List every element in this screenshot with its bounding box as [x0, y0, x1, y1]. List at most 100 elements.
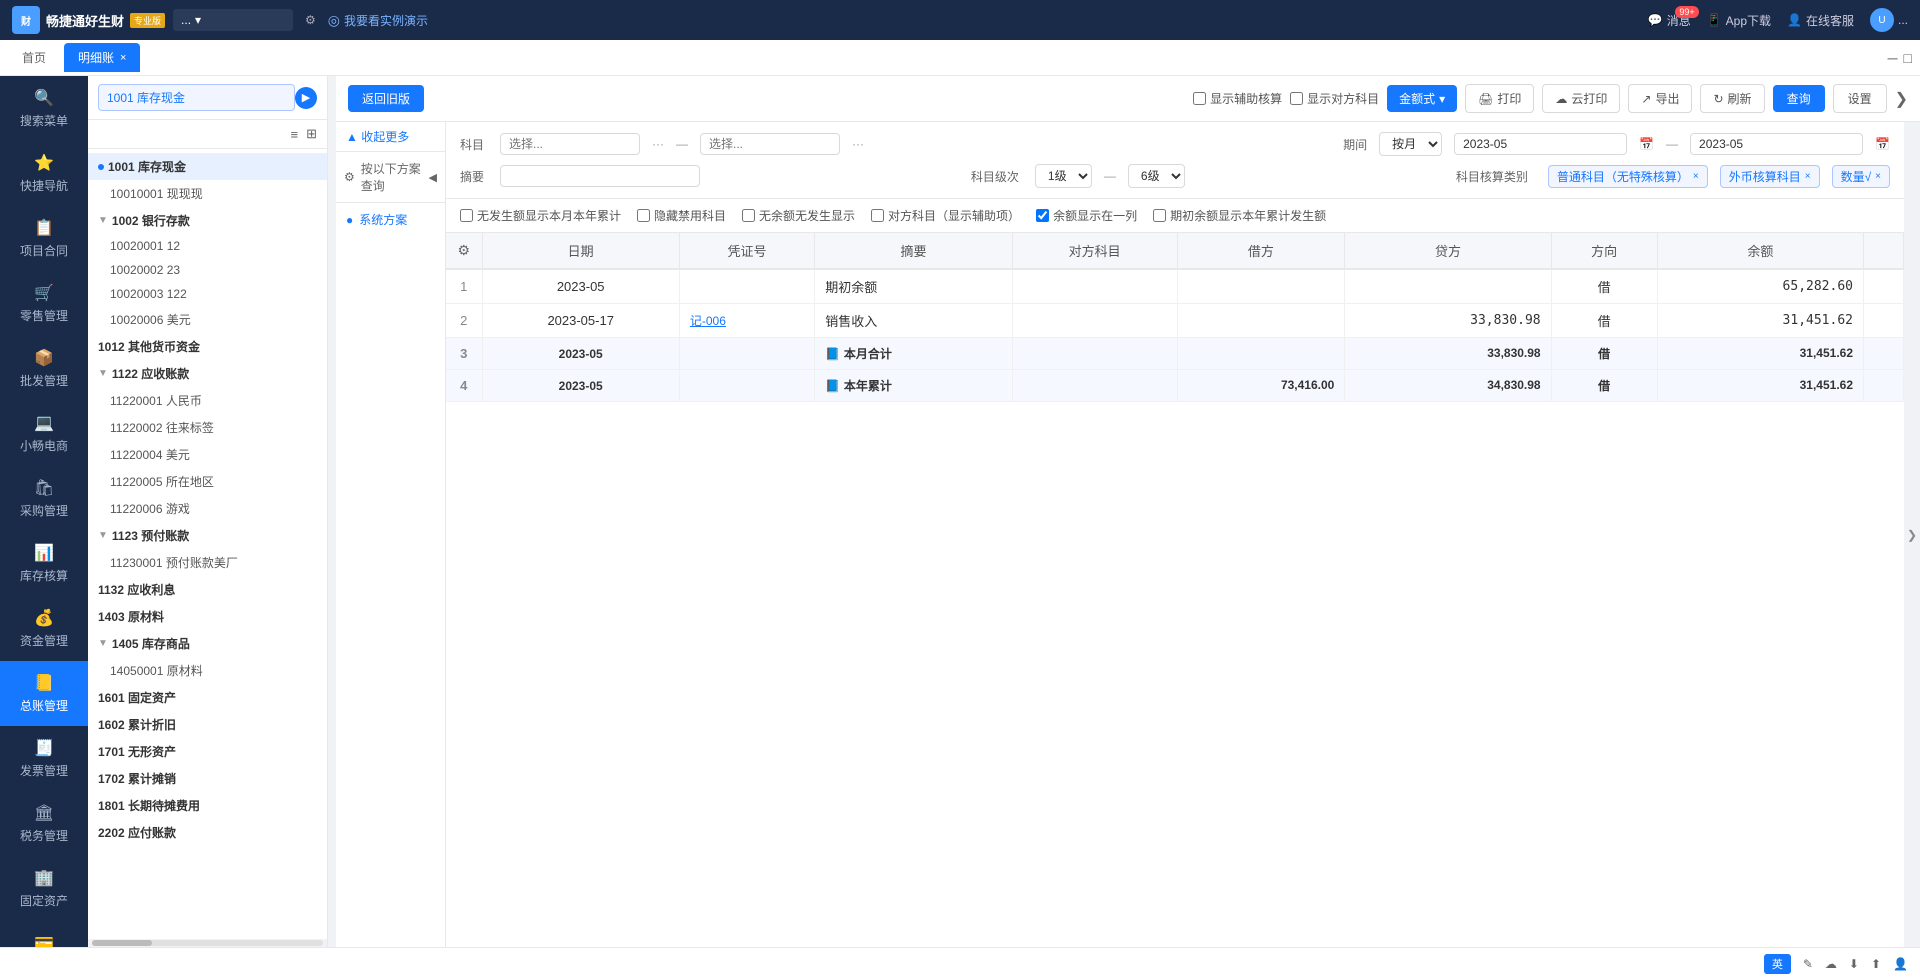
toolbar-list-icon[interactable]: ≡: [291, 127, 299, 142]
check-no-balance2[interactable]: 无余额无发生显示: [742, 207, 855, 224]
tree-item-1012[interactable]: 1012 其他货币资金: [88, 333, 327, 360]
tab-minimize-btn[interactable]: ─: [1888, 50, 1898, 66]
period-calendar-from[interactable]: 📅: [1639, 137, 1654, 151]
tree-item-10010001[interactable]: 10010001 现现现: [88, 180, 327, 207]
tree-item-10020002[interactable]: 10020002 23: [88, 258, 327, 282]
sidebar-item-purchase[interactable]: 🛍 采购管理: [0, 466, 88, 531]
tab-maximize-btn[interactable]: □: [1904, 50, 1912, 66]
level-to-select[interactable]: 6级1级2级: [1128, 164, 1185, 188]
tree-item-1801[interactable]: 1801 长期待摊费用: [88, 792, 327, 819]
tree-item-11220005[interactable]: 11220005 所在地区: [88, 468, 327, 495]
tree-item-1701[interactable]: 1701 无形资产: [88, 738, 327, 765]
demo-link[interactable]: ◎ 我要看实例演示: [328, 12, 428, 29]
tree-item-1405[interactable]: ▼ 1405 库存商品: [88, 630, 327, 657]
sidebar-item-funds[interactable]: 💰 资金管理: [0, 596, 88, 661]
sidebar-item-retail[interactable]: 🛒 零售管理: [0, 271, 88, 336]
tree-item-10020006[interactable]: 10020006 美元: [88, 306, 327, 333]
check-balance-col[interactable]: 余额显示在一列: [1036, 207, 1137, 224]
tag-foreign-close[interactable]: ×: [1805, 171, 1811, 182]
sidebar-item-wholesale[interactable]: 📦 批发管理: [0, 336, 88, 401]
bottom-download-icon[interactable]: ⬇: [1849, 957, 1859, 971]
tree-item-1602[interactable]: 1602 累计折旧: [88, 711, 327, 738]
summary-input[interactable]: [500, 165, 700, 187]
sidebar-item-inventory[interactable]: 📊 库存核算: [0, 531, 88, 596]
tag-foreign[interactable]: 外币核算科目 ×: [1720, 165, 1820, 188]
tree-item-2202[interactable]: 2202 应付账款: [88, 819, 327, 846]
period-calendar-to[interactable]: 📅: [1875, 137, 1890, 151]
collapse-btn[interactable]: ◀: [429, 171, 437, 184]
show-assist-checkbox[interactable]: 显示辅助核算: [1193, 90, 1282, 107]
sidebar-item-salary[interactable]: 💳 工资: [0, 921, 88, 947]
company-selector[interactable]: ... ▾: [173, 9, 293, 31]
subject-to-dots[interactable]: ···: [852, 137, 864, 151]
sidebar-item-assets[interactable]: 🏢 固定资产: [0, 856, 88, 921]
tree-item-10020003[interactable]: 10020003 122: [88, 282, 327, 306]
check-opening[interactable]: 期初余额显示本年累计发生额: [1153, 207, 1326, 224]
period-type-select[interactable]: 按月: [1379, 132, 1442, 156]
account-nav-btn[interactable]: ▶: [295, 87, 317, 109]
tree-item-1132[interactable]: 1132 应收利息: [88, 576, 327, 603]
tree-item-11230001[interactable]: 11230001 预付账款美厂: [88, 549, 327, 576]
bottom-upload-icon[interactable]: ⬆: [1871, 957, 1881, 971]
sidebar-item-search[interactable]: 🔍 搜索菜单: [0, 76, 88, 141]
tag-normal[interactable]: 普通科目（无特殊核算） ×: [1548, 165, 1708, 188]
print-btn[interactable]: 🖨 打印: [1465, 84, 1534, 113]
tree-item-11220002[interactable]: 11220002 往来标签: [88, 414, 327, 441]
back-btn[interactable]: 返回旧版: [348, 85, 424, 112]
bottom-user-icon[interactable]: 👤: [1893, 957, 1908, 971]
settings-btn[interactable]: 设置: [1833, 84, 1887, 113]
period-from-input[interactable]: [1454, 133, 1627, 155]
tab-detail[interactable]: 明细账 ×: [64, 43, 140, 72]
user-info[interactable]: U ...: [1870, 8, 1908, 32]
export-btn[interactable]: ↗ 导出: [1628, 84, 1692, 113]
sidebar-item-project[interactable]: 📋 项目合同: [0, 206, 88, 271]
selected-account[interactable]: 1001 库存现金: [98, 84, 295, 111]
cloud-print-btn[interactable]: ☁ 云打印: [1542, 84, 1620, 113]
right-collapse-panel[interactable]: ❯: [1904, 122, 1920, 947]
more-btn[interactable]: ▲ 收起更多: [336, 122, 445, 152]
sidebar-item-invoice[interactable]: 🧾 发票管理: [0, 726, 88, 791]
subject-to-input[interactable]: [700, 133, 840, 155]
tree-item-1123[interactable]: ▼ 1123 预付账款: [88, 522, 327, 549]
currency-btn[interactable]: 金额式 ▾: [1387, 85, 1457, 112]
sidebar-item-ecommerce[interactable]: 💻 小畅电商: [0, 401, 88, 466]
tab-close-icon[interactable]: ×: [120, 52, 126, 64]
tag-quantity-close[interactable]: ×: [1875, 171, 1881, 182]
right-collapse-icon[interactable]: ❯: [1895, 89, 1908, 109]
account-panel-scrollbar[interactable]: [88, 939, 327, 947]
tree-item-1403[interactable]: 1403 原材料: [88, 603, 327, 630]
settings-icon-btn[interactable]: ⚙: [301, 9, 320, 31]
row-voucher[interactable]: 记-006: [679, 304, 814, 338]
panel-splitter[interactable]: [328, 76, 336, 947]
lang-btn[interactable]: 英: [1764, 954, 1791, 974]
tree-item-1122[interactable]: ▼ 1122 应收账款: [88, 360, 327, 387]
tree-item-11220001[interactable]: 11220001 人民币: [88, 387, 327, 414]
tree-item-1601[interactable]: 1601 固定资产: [88, 684, 327, 711]
refresh-btn[interactable]: ↻ 刷新: [1700, 84, 1764, 113]
online-service-button[interactable]: 👤 在线客服: [1787, 12, 1854, 29]
sidebar-item-ledger[interactable]: 📒 总账管理: [0, 661, 88, 726]
tree-item-11220006[interactable]: 11220006 游戏: [88, 495, 327, 522]
gear-col-icon[interactable]: ⚙: [457, 242, 470, 258]
app-download-button[interactable]: 📱 App下载: [1707, 12, 1771, 29]
notification-button[interactable]: 💬 消息 99+: [1648, 12, 1691, 29]
check-hide-disabled[interactable]: 隐藏禁用科目: [637, 207, 726, 224]
toolbar-grid-icon[interactable]: ⊞: [306, 126, 317, 142]
subject-dots[interactable]: ···: [652, 137, 664, 151]
check-contra[interactable]: 对方科目（显示辅助项）: [871, 207, 1020, 224]
check-no-balance[interactable]: 无发生额显示本月本年累计: [460, 207, 621, 224]
tree-item-11220004[interactable]: 11220004 美元: [88, 441, 327, 468]
sidebar-item-tax[interactable]: 🏛 税务管理: [0, 791, 88, 856]
tree-item-14050001[interactable]: 14050001 原材料: [88, 657, 327, 684]
subject-from-input[interactable]: [500, 133, 640, 155]
period-to-input[interactable]: [1690, 133, 1863, 155]
tree-item-1002[interactable]: ▼ 1002 银行存款: [88, 207, 327, 234]
tag-quantity[interactable]: 数量√ ×: [1832, 165, 1890, 188]
tab-home[interactable]: 首页: [8, 43, 60, 72]
tree-item-1702[interactable]: 1702 累计摊销: [88, 765, 327, 792]
level-from-select[interactable]: 1级2级3级: [1035, 164, 1092, 188]
tree-item-10020001[interactable]: 10020001 12: [88, 234, 327, 258]
tag-normal-close[interactable]: ×: [1693, 171, 1699, 182]
show-contra-checkbox[interactable]: 显示对方科目: [1290, 90, 1379, 107]
scheme-item-system[interactable]: ● 系统方案: [336, 203, 445, 236]
